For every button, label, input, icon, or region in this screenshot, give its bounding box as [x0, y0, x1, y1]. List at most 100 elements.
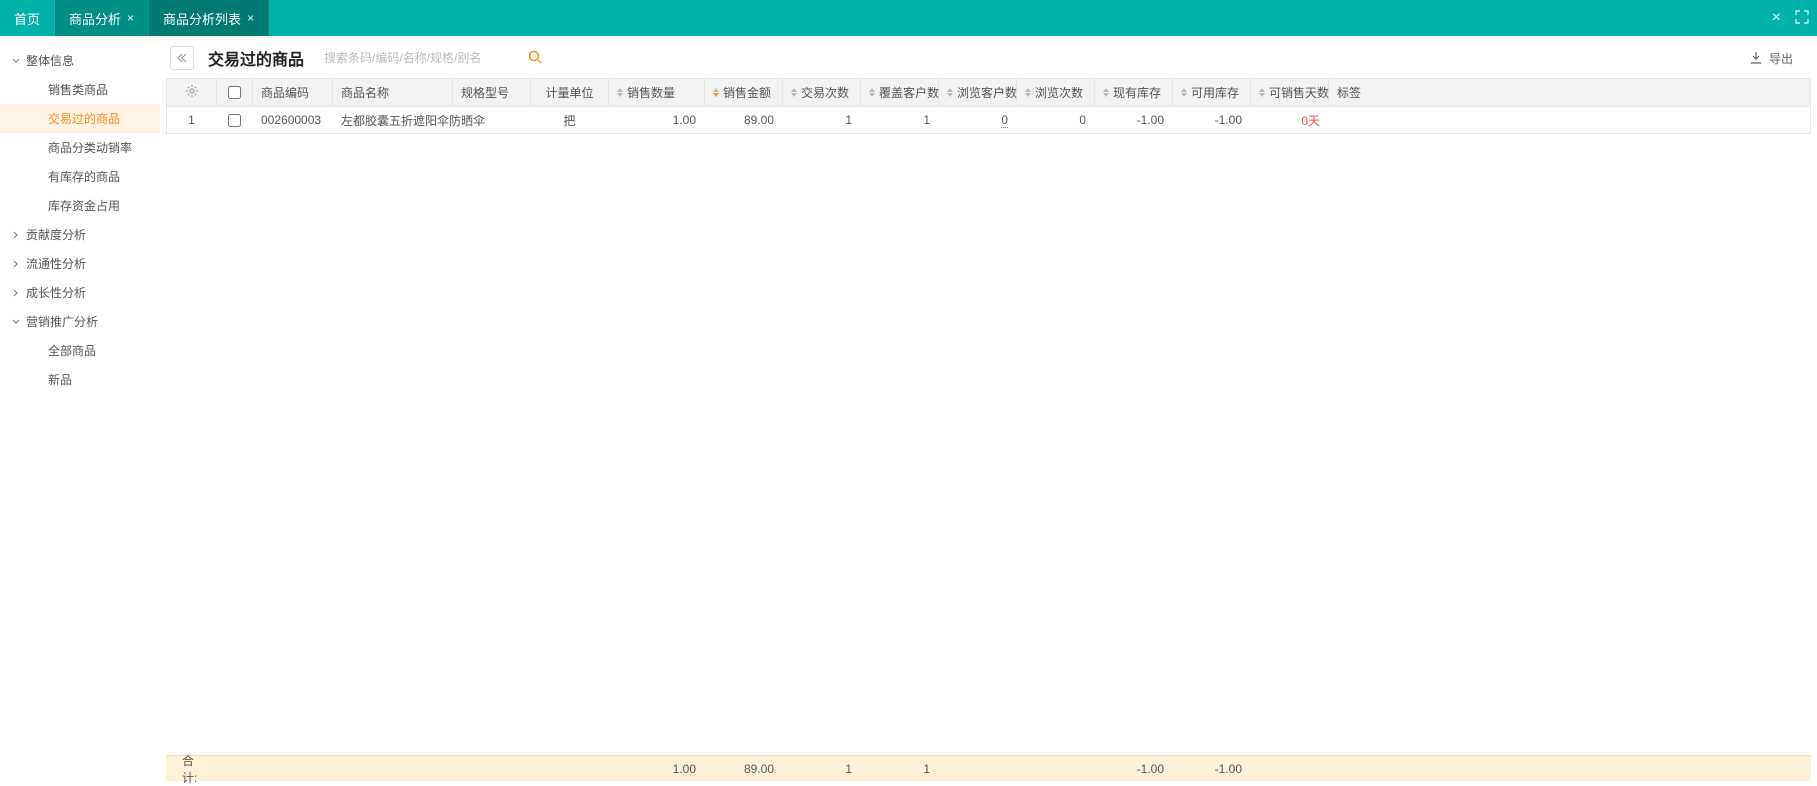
sidebar-group-label: 整体信息 — [26, 52, 74, 69]
search-input[interactable] — [322, 47, 522, 69]
th-checkbox — [217, 79, 253, 106]
th-code[interactable]: 商品编码 — [253, 79, 333, 106]
td-qty: 1.00 — [609, 107, 705, 133]
tf-cov: 1 — [860, 756, 938, 781]
main: 交易过的商品 导出 商品编码 商品名称 规格型号 计量单 — [160, 36, 1817, 781]
sort-icon — [947, 88, 953, 97]
th-txn[interactable]: 交易次数 — [783, 79, 861, 106]
search-wrap — [322, 47, 542, 69]
td-view: 0 — [1017, 107, 1095, 133]
sort-icon — [1103, 88, 1109, 97]
th-stk[interactable]: 现有库存 — [1095, 79, 1173, 106]
tab-label: 首页 — [14, 9, 40, 28]
td-days: 0天 — [1251, 107, 1329, 133]
tf-view — [1016, 756, 1094, 781]
th-brw[interactable]: 浏览客户数 — [939, 79, 1017, 106]
th-spec[interactable]: 规格型号 — [453, 79, 531, 106]
row-checkbox[interactable] — [228, 114, 241, 127]
th-tag[interactable]: 标签 — [1329, 79, 1810, 106]
th-avl[interactable]: 可用库存 — [1173, 79, 1251, 106]
td-stk: -1.00 — [1095, 107, 1173, 133]
td-unit: 把 — [531, 107, 609, 133]
export-label: 导出 — [1769, 50, 1793, 67]
select-all-checkbox[interactable] — [228, 86, 241, 99]
chevron-down-icon — [12, 54, 22, 68]
tab-product-analysis[interactable]: 商品分析 × — [55, 0, 149, 36]
td-amt: 89.00 — [705, 107, 783, 133]
th-amt[interactable]: 销售金额 — [705, 79, 783, 106]
td-txn: 1 — [783, 107, 861, 133]
sidebar-item-stock-funds[interactable]: 库存资金占用 — [0, 191, 160, 220]
td-avl: -1.00 — [1173, 107, 1251, 133]
chevron-right-icon — [12, 257, 22, 271]
tf-label: 合计: — [166, 756, 216, 781]
sort-icon — [791, 88, 797, 97]
tf-qty: 1.00 — [608, 756, 704, 781]
tab-home[interactable]: 首页 — [0, 0, 55, 36]
th-settings[interactable] — [167, 79, 217, 106]
sidebar-group-overall[interactable]: 整体信息 — [0, 46, 160, 75]
tabbar: 首页 商品分析 × 商品分析列表 × × — [0, 0, 1817, 36]
td-index: 1 — [167, 107, 217, 133]
close-all-icon[interactable]: × — [1772, 9, 1781, 27]
tab-label: 商品分析 — [69, 9, 121, 28]
sidebar-item-all-products[interactable]: 全部商品 — [0, 336, 160, 365]
sidebar-item-category-rate[interactable]: 商品分类动销率 — [0, 133, 160, 162]
tab-label: 商品分析列表 — [163, 9, 241, 28]
sort-icon — [713, 88, 719, 97]
th-cov[interactable]: 覆盖客户数 — [861, 79, 939, 106]
sidebar-item-new-products[interactable]: 新品 — [0, 365, 160, 394]
th-name[interactable]: 商品名称 — [333, 79, 453, 106]
tf-days — [1250, 756, 1328, 781]
sort-icon — [617, 88, 623, 97]
sort-icon — [1259, 88, 1265, 97]
export-button[interactable]: 导出 — [1749, 50, 1807, 67]
sidebar-group-growth[interactable]: 成长性分析 — [0, 278, 160, 307]
fullscreen-icon[interactable] — [1795, 10, 1809, 27]
sort-icon — [1181, 88, 1187, 97]
table-header: 商品编码 商品名称 规格型号 计量单位 销售数量 销售金额 交易次数 覆盖客户数… — [167, 79, 1810, 107]
chevron-double-left-icon — [177, 53, 187, 63]
close-icon[interactable]: × — [247, 11, 254, 25]
td-code: 002600003 — [253, 107, 333, 133]
sidebar-group-marketing[interactable]: 营销推广分析 — [0, 307, 160, 336]
tf-amt: 89.00 — [704, 756, 782, 781]
th-view[interactable]: 浏览次数 — [1017, 79, 1095, 106]
chevron-right-icon — [12, 228, 22, 242]
chevron-right-icon — [12, 286, 22, 300]
sidebar-group-label: 贡献度分析 — [26, 226, 86, 243]
export-icon — [1749, 51, 1763, 65]
tf-brw — [938, 756, 1016, 781]
sidebar-group-label: 流通性分析 — [26, 255, 86, 272]
sidebar-group-circulation[interactable]: 流通性分析 — [0, 249, 160, 278]
sort-icon — [869, 88, 875, 97]
titlebar: 交易过的商品 导出 — [160, 42, 1817, 78]
td-spec — [453, 107, 531, 133]
collapse-sidebar-button[interactable] — [170, 46, 194, 70]
gear-icon — [185, 84, 199, 101]
td-name: 左都胶囊五折遮阳伞防晒伞 — [333, 107, 453, 133]
tab-product-analysis-list[interactable]: 商品分析列表 × — [149, 0, 269, 36]
tf-txn: 1 — [782, 756, 860, 781]
tf-stk: -1.00 — [1094, 756, 1172, 781]
sidebar-item-sales-products[interactable]: 销售类商品 — [0, 75, 160, 104]
page-title: 交易过的商品 — [208, 46, 304, 70]
sort-icon — [1025, 88, 1031, 97]
sidebar-group-label: 成长性分析 — [26, 284, 86, 301]
th-unit[interactable]: 计量单位 — [531, 79, 609, 106]
tabbar-actions: × — [1772, 0, 1817, 36]
th-days[interactable]: 可销售天数 — [1251, 79, 1329, 106]
sidebar-item-in-stock[interactable]: 有库存的商品 — [0, 162, 160, 191]
th-qty[interactable]: 销售数量 — [609, 79, 705, 106]
chevron-down-icon — [12, 315, 22, 329]
td-checkbox — [217, 107, 253, 133]
td-brw[interactable]: 0 — [939, 107, 1017, 133]
sidebar-group-label: 营销推广分析 — [26, 313, 98, 330]
search-icon[interactable] — [528, 50, 542, 67]
sidebar-item-traded-products[interactable]: 交易过的商品 — [0, 104, 160, 133]
table-row: 1 002600003 左都胶囊五折遮阳伞防晒伞 把 1.00 89.00 1 … — [167, 107, 1810, 133]
close-icon[interactable]: × — [127, 11, 134, 25]
sidebar-group-contribution[interactable]: 贡献度分析 — [0, 220, 160, 249]
tf-avl: -1.00 — [1172, 756, 1250, 781]
sidebar: 整体信息 销售类商品 交易过的商品 商品分类动销率 有库存的商品 库存资金占用 … — [0, 36, 160, 781]
